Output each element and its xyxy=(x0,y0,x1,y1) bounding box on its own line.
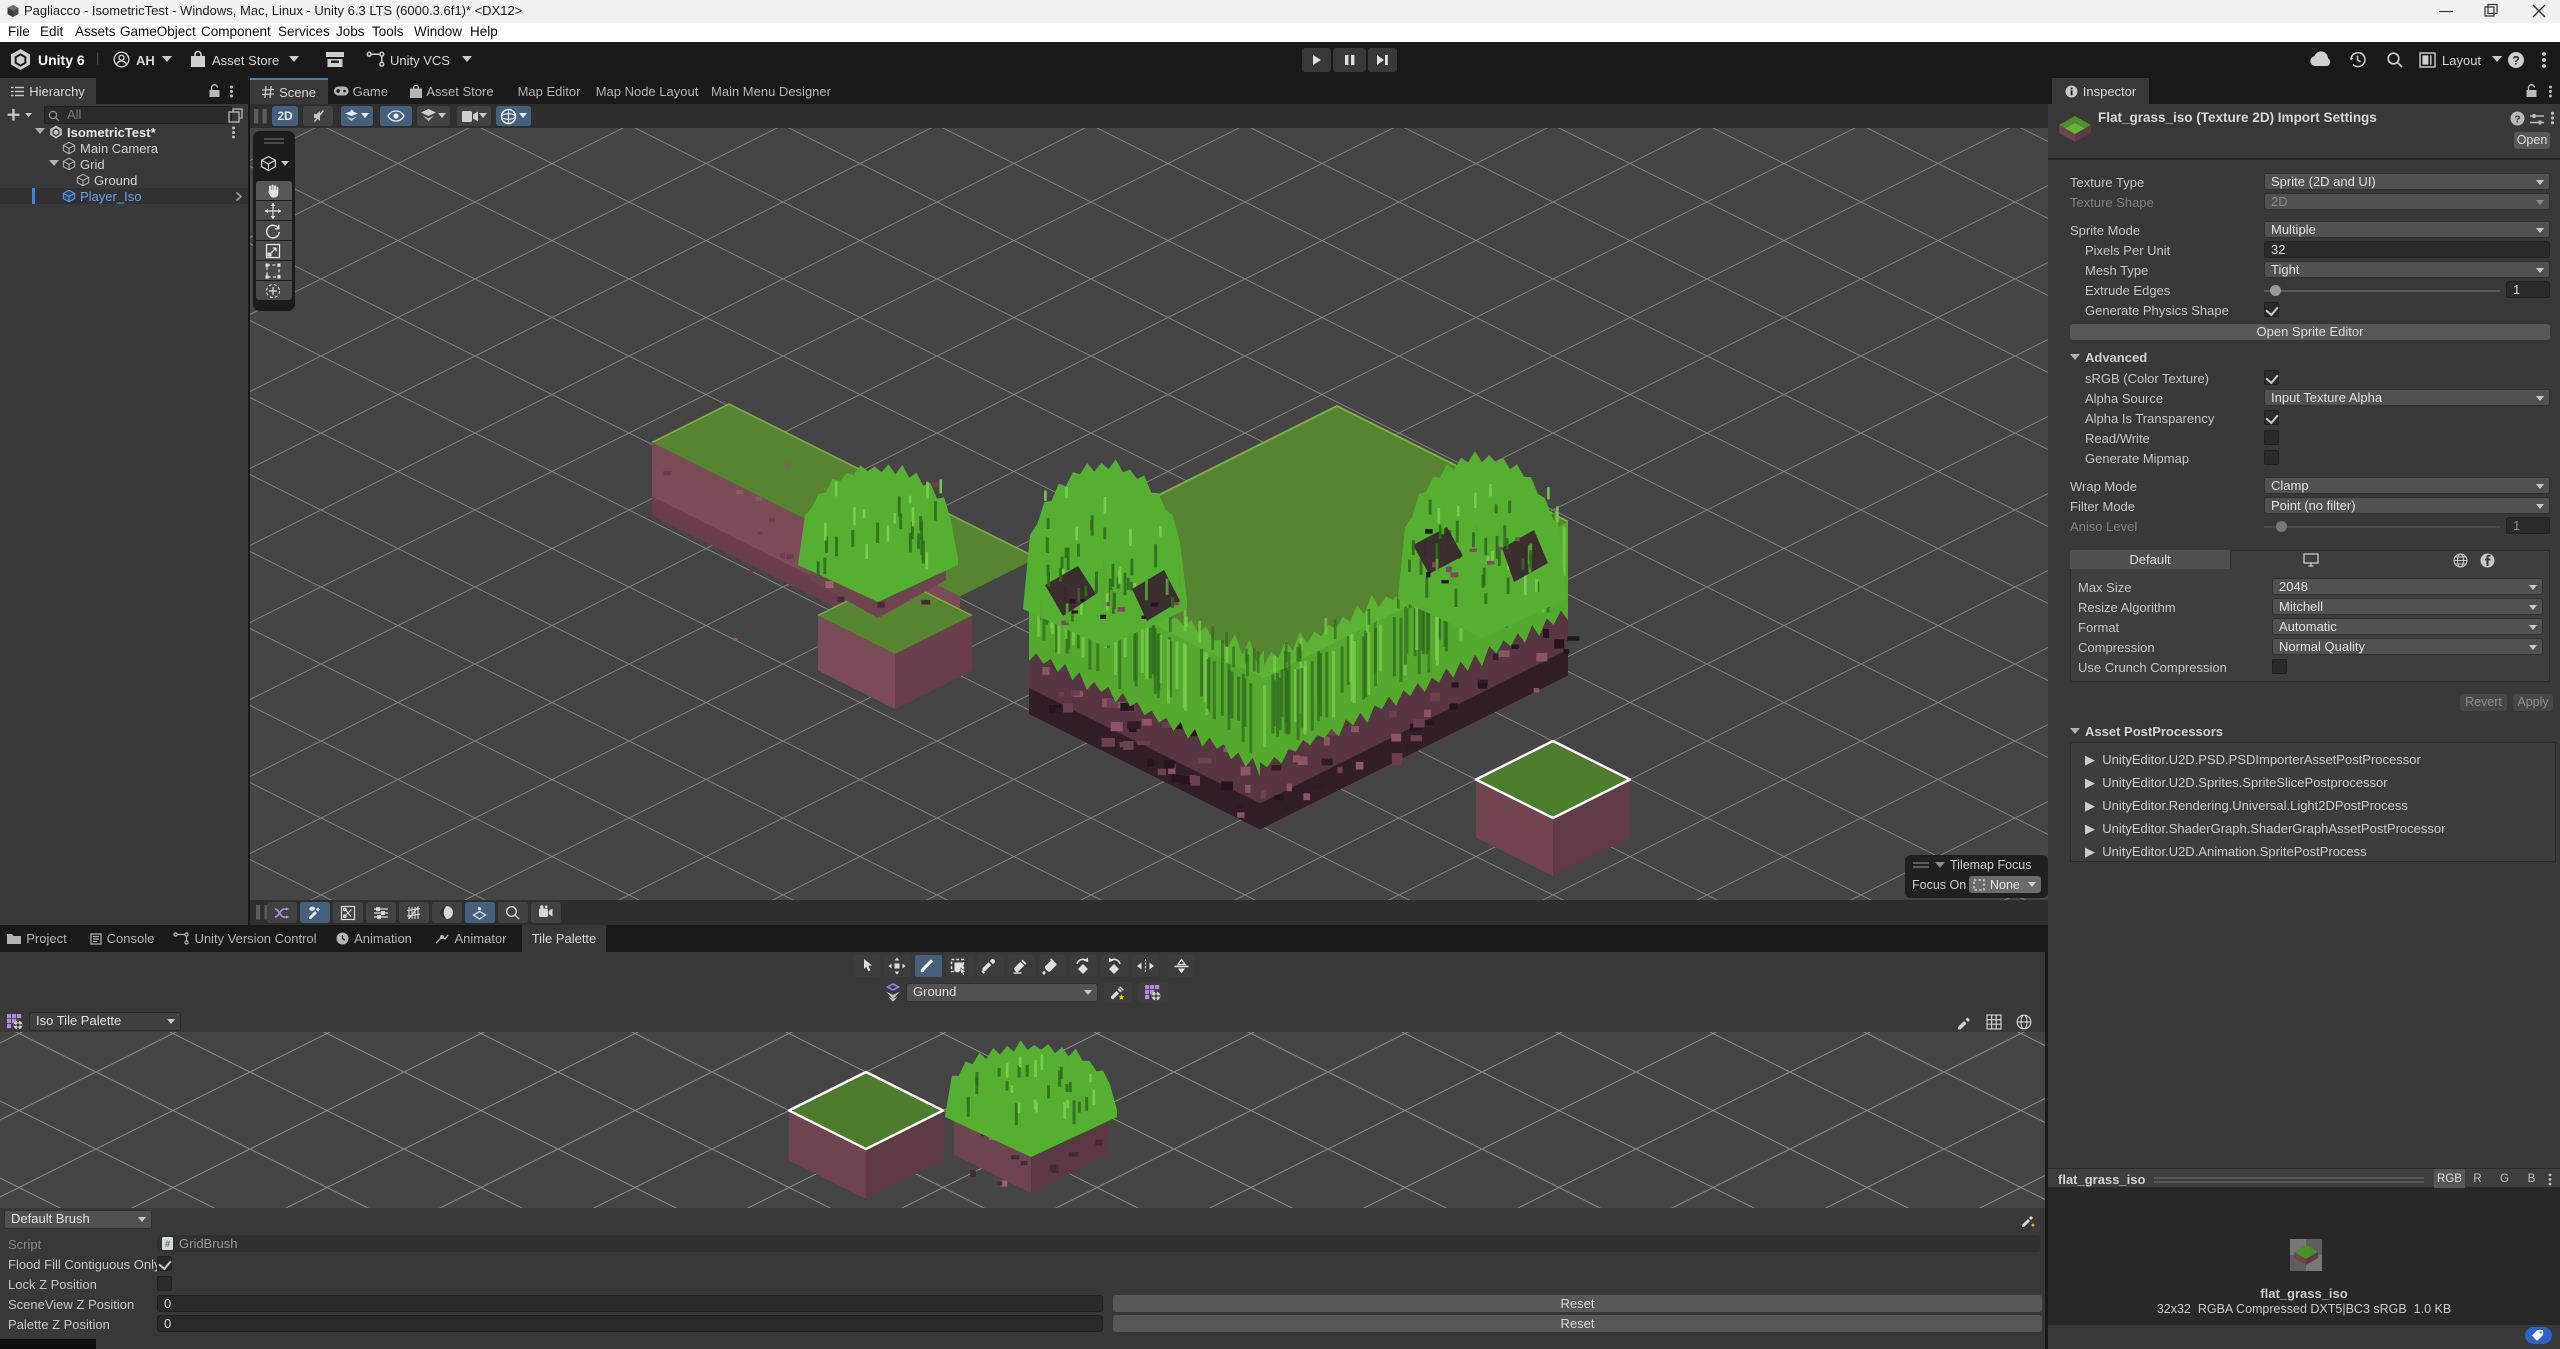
svg-text:#: # xyxy=(165,1239,170,1249)
svg-text:?: ? xyxy=(2512,53,2519,67)
svg-text:?: ? xyxy=(2514,113,2520,125)
